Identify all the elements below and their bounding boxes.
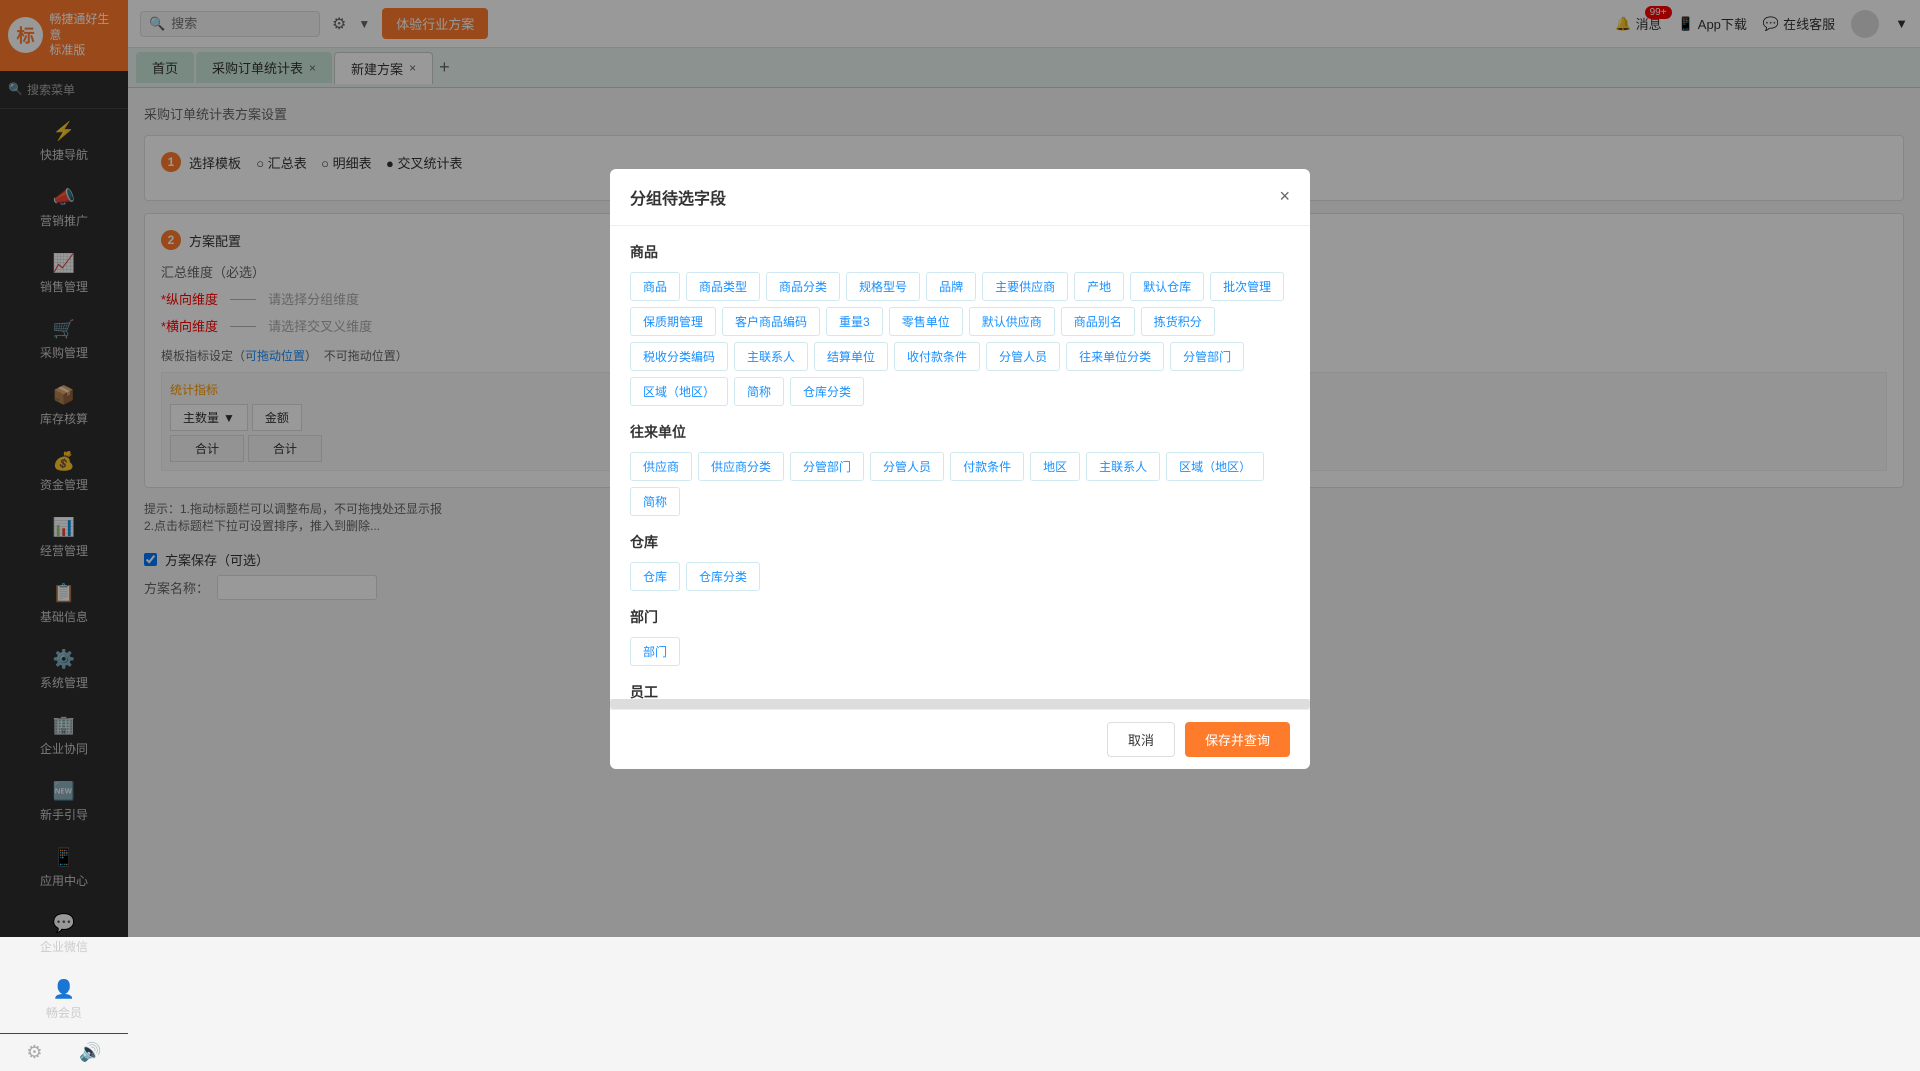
field-tag-保质期管理[interactable]: 保质期管理 [630, 307, 716, 336]
field-tag-客户商品编码[interactable]: 客户商品编码 [722, 307, 820, 336]
field-tag-规格型号[interactable]: 规格型号 [846, 272, 920, 301]
sidebar-bottom: ⚙ 🔊 [0, 1033, 128, 1071]
field-group-title-counterpart: 往来单位 [630, 422, 1290, 442]
field-tag-主联系人[interactable]: 主联系人 [1086, 452, 1160, 481]
modal-header: 分组待选字段 × [610, 169, 1310, 226]
member-icon: 👤 [53, 979, 75, 1000]
field-group-title-staff: 员工 [630, 682, 1290, 700]
field-tags-warehouse: 仓库仓库分类 [630, 562, 1290, 591]
field-tag-地区[interactable]: 地区 [1030, 452, 1080, 481]
field-tag-商品[interactable]: 商品 [630, 272, 680, 301]
field-tag-付款条件[interactable]: 付款条件 [950, 452, 1024, 481]
field-tag-区域（地区）[interactable]: 区域（地区） [1166, 452, 1264, 481]
field-tag-部门[interactable]: 部门 [630, 637, 680, 666]
field-tags-counterpart: 供应商供应商分类分管部门分管人员付款条件地区主联系人区域（地区） 简称 [630, 452, 1290, 516]
modal-title: 分组待选字段 [630, 185, 726, 209]
modal-footer: 取消 保存并查询 [610, 709, 1310, 769]
field-group-title-goods: 商品 [630, 242, 1290, 262]
field-tag-分管人员[interactable]: 分管人员 [986, 342, 1060, 371]
field-tag-收付款条件[interactable]: 收付款条件 [894, 342, 980, 371]
field-tag-商品分类[interactable]: 商品分类 [766, 272, 840, 301]
field-tags-department: 部门 [630, 637, 1290, 666]
field-group-title-warehouse: 仓库 [630, 532, 1290, 552]
field-tag-主要供应商[interactable]: 主要供应商 [982, 272, 1068, 301]
field-tag-拣货积分[interactable]: 拣货积分 [1141, 307, 1215, 336]
field-group-staff: 员工业务员 [630, 682, 1290, 700]
field-tag-默认供应商[interactable]: 默认供应商 [969, 307, 1055, 336]
field-group-department: 部门部门 [630, 607, 1290, 666]
modal-horizontal-scrollbar[interactable] [610, 699, 1310, 708]
modal: 分组待选字段 × 商品商品商品类型商品分类规格型号品牌主要供应商产地默认仓库批次… [610, 169, 1310, 769]
field-tag-重量3[interactable]: 重量3 [826, 307, 883, 336]
sidebar-item-member[interactable]: 👤 畅会员 [0, 967, 128, 1033]
settings-bottom-icon[interactable]: ⚙ [26, 1042, 42, 1063]
field-tag-批次管理[interactable]: 批次管理 [1210, 272, 1284, 301]
field-tag-默认仓库[interactable]: 默认仓库 [1130, 272, 1204, 301]
field-tag-分管人员[interactable]: 分管人员 [870, 452, 944, 481]
scrollbar-thumb [610, 699, 1310, 709]
field-tag-仓库分类[interactable]: 仓库分类 [686, 562, 760, 591]
modal-close-button[interactable]: × [1279, 186, 1290, 207]
field-tag-简称[interactable]: 简称 [734, 377, 784, 406]
field-tag-品牌[interactable]: 品牌 [926, 272, 976, 301]
field-tag-仓库分类[interactable]: 仓库分类 [790, 377, 864, 406]
field-tag-供应商分类[interactable]: 供应商分类 [698, 452, 784, 481]
field-tag-结算单位[interactable]: 结算单位 [814, 342, 888, 371]
confirm-button[interactable]: 保存并查询 [1185, 722, 1290, 757]
field-tag-商品别名[interactable]: 商品别名 [1061, 307, 1135, 336]
field-tag-仓库[interactable]: 仓库 [630, 562, 680, 591]
field-tag-零售单位[interactable]: 零售单位 [889, 307, 963, 336]
field-tag-分管部门[interactable]: 分管部门 [790, 452, 864, 481]
field-tag-往来单位分类[interactable]: 往来单位分类 [1066, 342, 1164, 371]
field-group-counterpart: 往来单位供应商供应商分类分管部门分管人员付款条件地区主联系人区域（地区） 简称 [630, 422, 1290, 516]
field-tag-供应商[interactable]: 供应商 [630, 452, 692, 481]
field-group-title-department: 部门 [630, 607, 1290, 627]
field-tag-分管部门[interactable]: 分管部门 [1170, 342, 1244, 371]
field-group-warehouse: 仓库仓库仓库分类 [630, 532, 1290, 591]
modal-body: 商品商品商品类型商品分类规格型号品牌主要供应商产地默认仓库批次管理保质期管理客户… [610, 226, 1310, 700]
modal-overlay: 分组待选字段 × 商品商品商品类型商品分类规格型号品牌主要供应商产地默认仓库批次… [0, 0, 1920, 937]
field-tags-goods: 商品商品类型商品分类规格型号品牌主要供应商产地默认仓库批次管理保质期管理客户商品… [630, 272, 1290, 406]
field-tag-商品类型[interactable]: 商品类型 [686, 272, 760, 301]
field-tag-主联系人[interactable]: 主联系人 [734, 342, 808, 371]
field-group-goods: 商品商品商品类型商品分类规格型号品牌主要供应商产地默认仓库批次管理保质期管理客户… [630, 242, 1290, 406]
cancel-button[interactable]: 取消 [1107, 722, 1175, 757]
volume-icon[interactable]: 🔊 [79, 1042, 101, 1063]
field-tag-产地[interactable]: 产地 [1074, 272, 1124, 301]
field-tag-简称[interactable]: 简称 [630, 487, 680, 516]
field-tag-税收分类编码[interactable]: 税收分类编码 [630, 342, 728, 371]
field-tag-区域（地区）[interactable]: 区域（地区） [630, 377, 728, 406]
